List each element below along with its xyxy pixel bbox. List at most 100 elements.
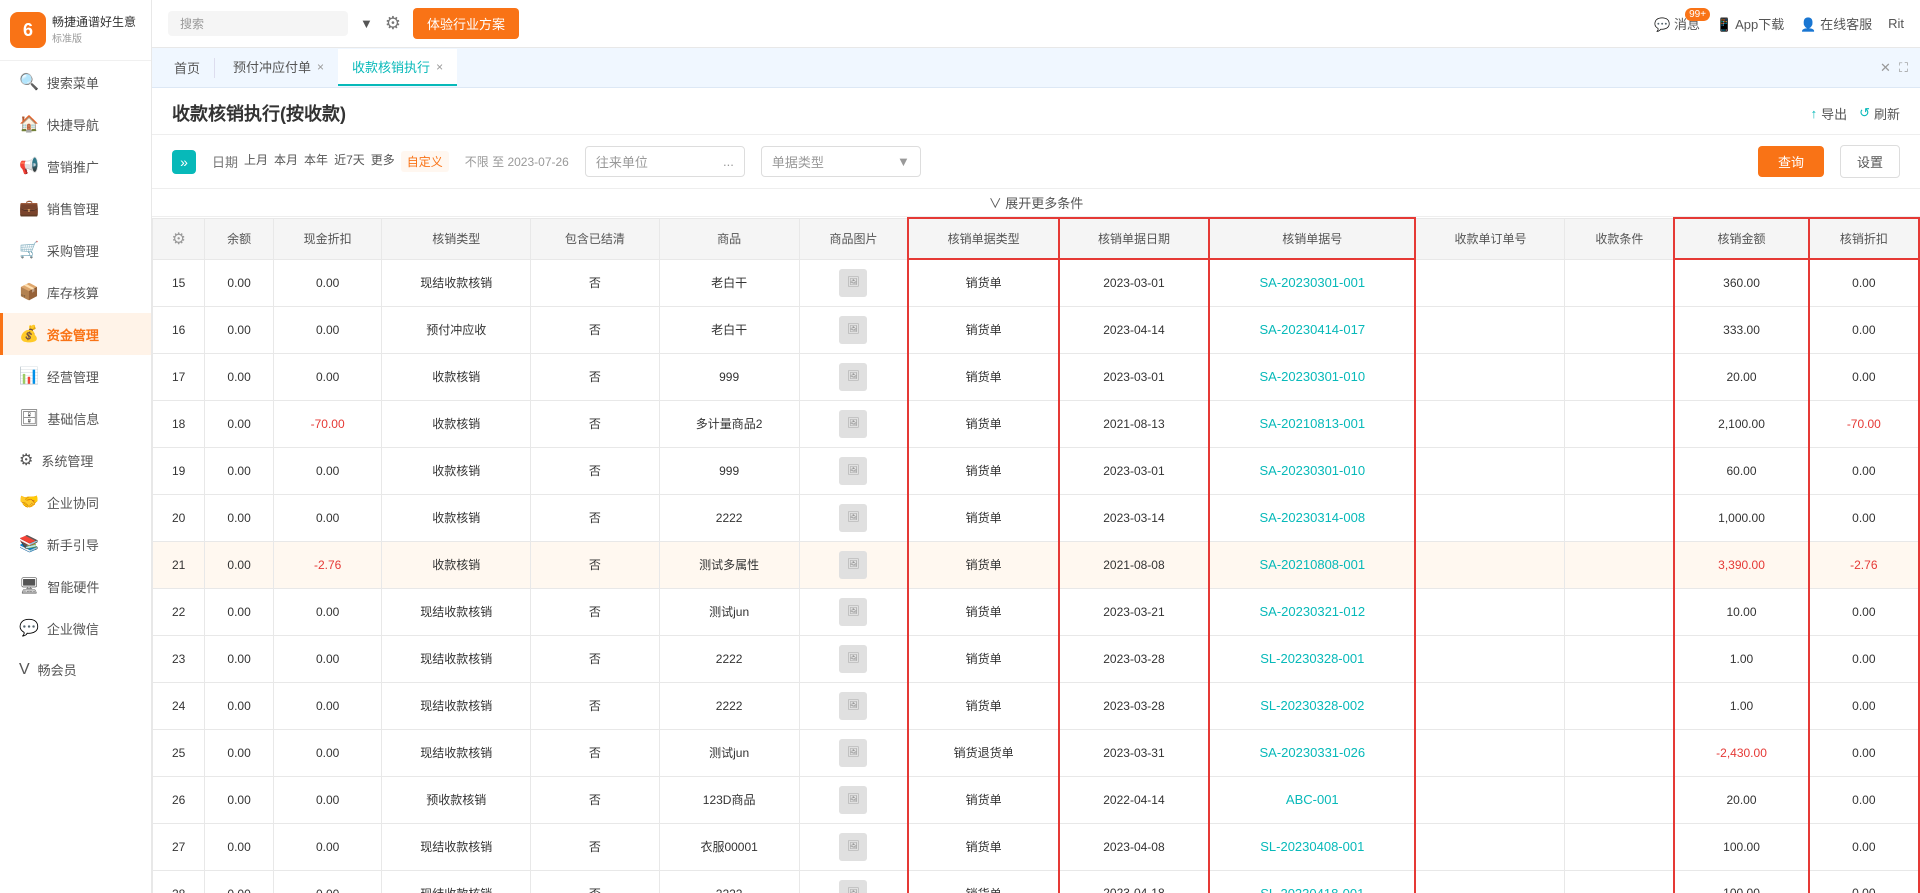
tab-prepay-close[interactable]: ×: [317, 60, 324, 74]
sidebar-item-库存核算[interactable]: 📦库存核算: [0, 271, 151, 313]
date-this-month[interactable]: 本月: [274, 151, 298, 172]
date-last-month[interactable]: 上月: [244, 151, 268, 172]
industry-btn[interactable]: 体验行业方案: [413, 8, 519, 39]
message-btn[interactable]: 💬 消息 99+: [1654, 14, 1700, 33]
tab-verify[interactable]: 收款核销执行 ×: [338, 49, 457, 86]
settings-btn[interactable]: 设置: [1840, 145, 1900, 178]
col-gear[interactable]: ⚙: [153, 218, 205, 259]
date-custom[interactable]: 自定义: [401, 151, 449, 172]
filter-expand-btn[interactable]: »: [172, 150, 196, 174]
cell-verify-type: 收款核销: [382, 353, 531, 400]
cell-doc-no[interactable]: SA-20230321-012: [1209, 588, 1415, 635]
sidebar-item-资金管理[interactable]: 💰资金管理: [0, 313, 151, 355]
date-label: 日期: [212, 152, 238, 171]
sidebar-item-销售管理[interactable]: 💼销售管理: [0, 187, 151, 229]
page-header: 收款核销执行(按收款) ↑ 导出 ↺ 刷新: [152, 88, 1920, 135]
cell-no: 18: [153, 400, 205, 447]
cell-verify-type: 收款核销: [382, 400, 531, 447]
app-download-btn[interactable]: 📱 App下载: [1716, 14, 1784, 33]
cell-amount: 360.00: [1674, 259, 1808, 306]
cell-doc-no[interactable]: SA-20230414-017: [1209, 306, 1415, 353]
cell-no: 15: [153, 259, 205, 306]
cell-doc-no[interactable]: SA-20230314-008: [1209, 494, 1415, 541]
cell-doc-no[interactable]: SL-20230408-001: [1209, 823, 1415, 870]
cell-goods: 测试jun: [659, 588, 799, 635]
cell-amount: 20.00: [1674, 776, 1808, 823]
cell-doc-no[interactable]: SA-20230301-010: [1209, 353, 1415, 400]
cell-doc-no[interactable]: SL-20230418-001: [1209, 870, 1415, 893]
sidebar-item-新手引导[interactable]: 📚新手引导: [0, 523, 151, 565]
cell-doc-no[interactable]: SL-20230328-002: [1209, 682, 1415, 729]
header-left: 搜索 ▼ ⚙ 体验行业方案: [168, 8, 1638, 39]
cell-doc-no[interactable]: SA-20210813-001: [1209, 400, 1415, 447]
cell-doc-type: 销货退货单: [908, 729, 1058, 776]
cell-doc-no[interactable]: SA-20230301-001: [1209, 259, 1415, 306]
cell-order-no: [1415, 635, 1565, 682]
cell-goods-img: 🖼: [799, 823, 908, 870]
party-field[interactable]: 往来单位 ...: [585, 146, 745, 177]
sidebar-item-企业微信[interactable]: 💬企业微信: [0, 607, 151, 649]
cell-cash-discount: 0.00: [273, 353, 382, 400]
cell-doc-no[interactable]: SL-20230328-001: [1209, 635, 1415, 682]
cell-cash-discount: -70.00: [273, 400, 382, 447]
user-area[interactable]: Rit: [1888, 16, 1904, 31]
cell-doc-no[interactable]: SA-20210808-001: [1209, 541, 1415, 588]
tab-home[interactable]: 首页: [164, 50, 210, 85]
query-btn[interactable]: 查询: [1758, 146, 1824, 177]
refresh-btn[interactable]: ↺ 刷新: [1859, 104, 1900, 123]
cell-balance: 0.00: [205, 682, 274, 729]
online-service-btn[interactable]: 👤 在线客服: [1800, 14, 1872, 33]
content-area: 收款核销执行(按收款) ↑ 导出 ↺ 刷新 » 日期 上月 本月 本: [152, 88, 1920, 893]
sidebar-item-经营管理[interactable]: 📊经营管理: [0, 355, 151, 397]
sidebar-item-企业协同[interactable]: 🤝企业协同: [0, 481, 151, 523]
cell-goods-img: 🖼: [799, 870, 908, 893]
cell-doc-no[interactable]: SA-20230301-010: [1209, 447, 1415, 494]
cell-doc-type: 销货单: [908, 541, 1058, 588]
cell-balance: 0.00: [205, 635, 274, 682]
sidebar-item-基础信息[interactable]: 🗄基础信息: [0, 397, 151, 439]
cell-cash-discount: 0.00: [273, 259, 382, 306]
cell-balance: 0.00: [205, 588, 274, 635]
table-row: 19 0.00 0.00 收款核销 否 999 🖼 销货单 2023-03-01…: [153, 447, 1920, 494]
cell-doc-date: 2023-03-01: [1059, 259, 1209, 306]
expand-more-label: ∨ 展开更多条件: [989, 193, 1084, 212]
cell-no: 24: [153, 682, 205, 729]
tab-divider: [214, 58, 215, 78]
header-dropdown[interactable]: ▼: [360, 16, 373, 31]
expand-more-bar[interactable]: ∨ 展开更多条件: [152, 189, 1920, 217]
tab-close-window[interactable]: ✕: [1880, 60, 1891, 76]
tab-verify-close[interactable]: ×: [436, 60, 443, 74]
cell-doc-no[interactable]: ABC-001: [1209, 776, 1415, 823]
cell-doc-type: 销货单: [908, 259, 1058, 306]
sidebar-item-快捷导航[interactable]: 🏠快捷导航: [0, 103, 151, 145]
table-header-row: ⚙ 余额 现金折扣 核销类型 包含已结清 商品 商品图片 核销单据类型 核销单据…: [153, 218, 1920, 259]
date-more[interactable]: 更多: [371, 151, 395, 172]
col-cash-discount: 现金折扣: [273, 218, 382, 259]
date-range: 不限 至 2023-07-26: [465, 153, 569, 170]
doc-type-field[interactable]: 单据类型 ▼: [761, 146, 921, 177]
header-search[interactable]: 搜索: [168, 11, 348, 36]
export-btn[interactable]: ↑ 导出: [1811, 104, 1848, 123]
sidebar-item-智能硬件[interactable]: 🖥智能硬件: [0, 565, 151, 607]
settings-icon[interactable]: ⚙: [385, 13, 401, 34]
sidebar-item-畅会员[interactable]: V畅会员: [0, 649, 151, 690]
date-filter-group: 日期 上月 本月 本年 近7天 更多 自定义: [212, 151, 449, 172]
sidebar-item-采购管理[interactable]: 🛒采购管理: [0, 229, 151, 271]
sidebar-item-营销推广[interactable]: 📢营销推广: [0, 145, 151, 187]
cell-doc-type: 销货单: [908, 776, 1058, 823]
cell-discount: 0.00: [1809, 353, 1919, 400]
cell-cash-discount: 0.00: [273, 588, 382, 635]
cell-doc-no[interactable]: SA-20230331-026: [1209, 729, 1415, 776]
cell-goods-img: 🖼: [799, 353, 908, 400]
tab-prepay[interactable]: 预付冲应付单 ×: [219, 49, 338, 86]
sidebar-item-系统管理[interactable]: ⚙系统管理: [0, 439, 151, 481]
cell-doc-type: 销货单: [908, 353, 1058, 400]
sidebar: 6 畅捷通谱好生意 标准版 🔍搜索菜单🏠快捷导航📢营销推广💼销售管理🛒采购管理📦…: [0, 0, 152, 893]
date-this-year[interactable]: 本年: [304, 151, 328, 172]
date-7days[interactable]: 近7天: [334, 151, 365, 172]
cell-discount: 0.00: [1809, 635, 1919, 682]
tab-maximize[interactable]: ⛶: [1899, 60, 1908, 76]
sidebar-nav: 🔍搜索菜单🏠快捷导航📢营销推广💼销售管理🛒采购管理📦库存核算💰资金管理📊经营管理…: [0, 61, 151, 893]
party-dots[interactable]: ...: [723, 154, 734, 169]
sidebar-item-搜索菜单[interactable]: 🔍搜索菜单: [0, 61, 151, 103]
